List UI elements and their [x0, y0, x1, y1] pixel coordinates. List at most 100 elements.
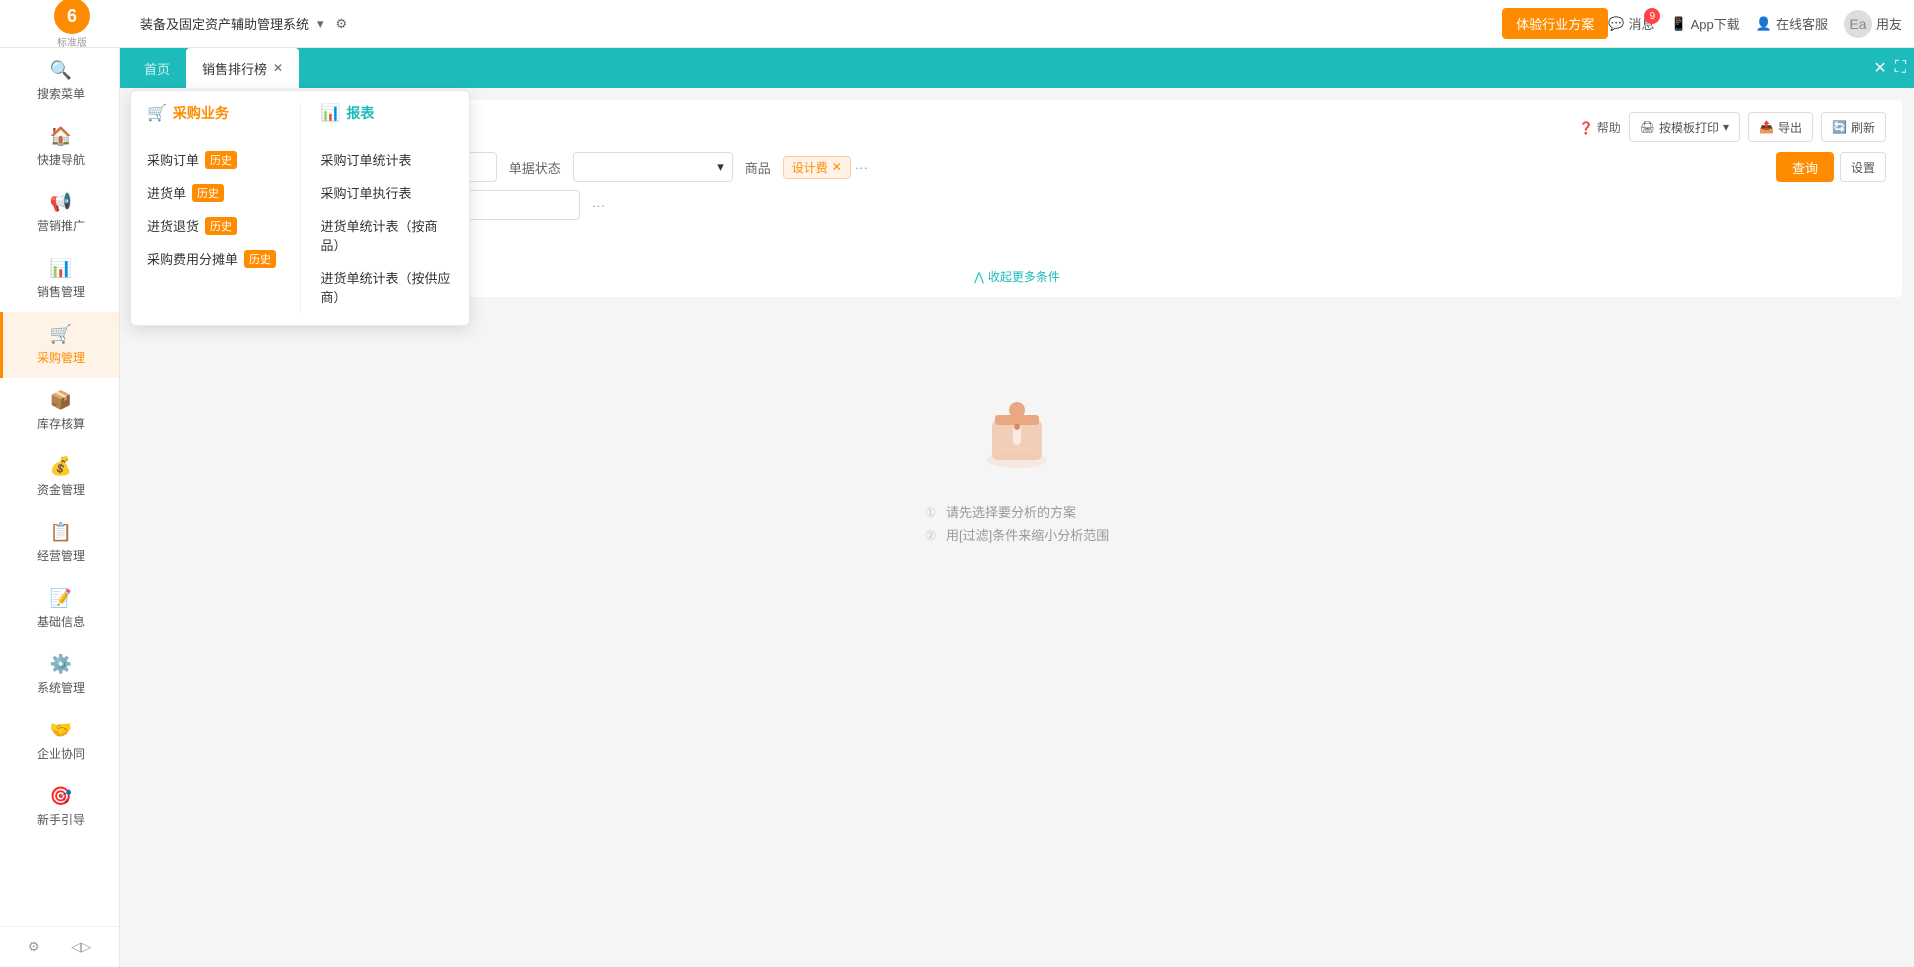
service-icon: 👤: [1756, 16, 1772, 32]
sidebar-label-sales: 销售管理: [37, 283, 85, 300]
industry-button[interactable]: 体验行业方案: [1502, 8, 1608, 39]
phone-icon: 📱: [1670, 16, 1686, 32]
expense-label: 采购费用分摊单: [147, 249, 238, 268]
print-dropdown-icon: ▾: [1723, 120, 1729, 134]
settings-bottom-icon[interactable]: ⚙: [28, 939, 40, 955]
dropdown-cols: 🛒 采购业务 采购订单 历史 进货单 历史 进货退货 历史 采购费用分摊单 历史: [131, 103, 469, 313]
dropdown-item-expense[interactable]: 采购费用分摊单 历史: [147, 242, 280, 275]
dropdown-item-incoming[interactable]: 进货单 历史: [147, 176, 280, 209]
query-btn[interactable]: 查询: [1776, 152, 1834, 182]
app-download-action[interactable]: 📱 App下载: [1670, 14, 1739, 33]
voucher-status-label: 单据状态: [509, 158, 561, 177]
sidebar-item-finance[interactable]: 💰 资金管理: [0, 444, 119, 510]
tab-close-icon[interactable]: ✕: [273, 61, 283, 75]
sidebar-item-search[interactable]: 🔍 搜索菜单: [0, 48, 119, 114]
online-service-action[interactable]: 👤 在线客服: [1756, 14, 1828, 33]
sidebar-item-guide[interactable]: 🎯 新手引导: [0, 774, 119, 840]
inventory-icon: 📦: [50, 390, 72, 411]
print-btn[interactable]: 🖨 按模板打印 ▾: [1629, 112, 1740, 142]
tab-bar: 首页 销售排行榜 ✕ ✕ ⛶: [120, 48, 1914, 88]
refresh-icon: 🔄: [1832, 120, 1847, 134]
dropdown-item-order-exec[interactable]: 采购订单执行表: [321, 176, 454, 209]
supplier-stats-label: 进货单统计表（按供应商）: [321, 268, 454, 306]
sidebar: 🔍 搜索菜单 🏠 快捷导航 📢 营销推广 📊 销售管理 🛒 采购管理 📦 库存核…: [0, 48, 120, 967]
system-title: 装备及固定资产辅助管理系统 ▾ ⚙: [132, 14, 1502, 33]
sidebar-item-enterprise[interactable]: 🤝 企业协同: [0, 708, 119, 774]
return-label: 进货退货: [147, 216, 199, 235]
purchase-dropdown-menu: 🛒 采购业务 采购订单 历史 进货单 历史 进货退货 历史 采购费用分摊单 历史: [130, 90, 470, 326]
sidebar-item-inventory[interactable]: 📦 库存核算: [0, 378, 119, 444]
sales-icon: 📊: [50, 258, 72, 279]
sidebar-label-inventory: 库存核算: [37, 415, 85, 432]
tab-sales-rank-label: 销售排行榜: [202, 59, 267, 78]
purchase-section-icon: 🛒: [147, 103, 167, 123]
guide-icon: 🎯: [50, 786, 72, 807]
voucher-status-select[interactable]: ▾: [573, 152, 733, 182]
system-icon: ⚙️: [50, 654, 72, 675]
sidebar-item-marketing[interactable]: 📢 营销推广: [0, 180, 119, 246]
search-icon: 🔍: [50, 60, 72, 81]
incoming-label: 进货单: [147, 183, 186, 202]
home-icon: 🏠: [50, 126, 72, 147]
salesperson-dots[interactable]: ···: [592, 198, 605, 213]
tab-home[interactable]: 首页: [128, 48, 186, 88]
sidebar-item-purchase[interactable]: 🛒 采购管理: [0, 312, 119, 378]
dropdown-divider: [300, 103, 301, 313]
incoming-hist: 历史: [192, 184, 224, 202]
header-right: 💬 消息 9 📱 App下载 👤 在线客服 Ea 用友: [1608, 10, 1902, 38]
tab-sales-rank[interactable]: 销售排行榜 ✕: [186, 48, 299, 88]
goods-filter-dots[interactable]: ···: [855, 160, 868, 175]
empty-icon: [967, 385, 1067, 485]
report-col: 📊 报表 采购订单统计表 采购订单执行表 进货单统计表（按商品） 进货单统计表（…: [305, 103, 470, 313]
tab-window-maximize[interactable]: ⛶: [1895, 58, 1906, 78]
sidebar-label-nav: 快捷导航: [37, 151, 85, 168]
logo-text: 标准版: [57, 34, 87, 49]
purchase-order-hist: 历史: [205, 151, 237, 169]
goods-label: 商品: [745, 158, 771, 177]
export-btn[interactable]: 📤 导出: [1748, 112, 1813, 142]
operation-icon: 📋: [50, 522, 72, 543]
logo-area: 6 标准版: [12, 0, 132, 49]
online-service-label: 在线客服: [1776, 14, 1828, 33]
tab-window-close[interactable]: ✕: [1873, 58, 1886, 78]
order-stats-label: 采购订单统计表: [321, 150, 412, 169]
sidebar-label-finance: 资金管理: [37, 481, 85, 498]
settings-btn[interactable]: 设置: [1840, 152, 1886, 182]
dropdown-item-supplier-stats[interactable]: 进货单统计表（按供应商）: [321, 261, 454, 313]
purchase-order-label: 采购订单: [147, 150, 199, 169]
tab-actions: ✕ ⛶: [1873, 58, 1906, 78]
goods-tag-close[interactable]: ✕: [832, 160, 842, 174]
sidebar-item-nav[interactable]: 🏠 快捷导航: [0, 114, 119, 180]
user-label: 用友: [1876, 14, 1902, 33]
purchase-col-title: 🛒 采购业务: [147, 103, 280, 131]
collapse-sidebar-icon[interactable]: ◁▷: [71, 939, 91, 955]
empty-text: ① 请先选择要分析的方案 ② 用[过滤]条件来缩小分析范围: [925, 501, 1110, 548]
sidebar-label-search: 搜索菜单: [37, 85, 85, 102]
sidebar-item-system[interactable]: ⚙️ 系统管理: [0, 642, 119, 708]
help-btn[interactable]: ❓ 帮助: [1578, 119, 1620, 136]
sidebar-label-basic: 基础信息: [37, 613, 85, 630]
app-download-label: App下载: [1691, 14, 1740, 33]
dropdown-item-purchase-order[interactable]: 采购订单 历史: [147, 143, 280, 176]
sidebar-item-operation[interactable]: 📋 经营管理: [0, 510, 119, 576]
voucher-dropdown-icon: ▾: [717, 159, 724, 175]
sidebar-item-basic[interactable]: 📝 基础信息: [0, 576, 119, 642]
goods-tag: 设计费 ✕: [783, 156, 851, 179]
sidebar-label-operation: 经营管理: [37, 547, 85, 564]
sidebar-label-guide: 新手引导: [37, 811, 85, 828]
basic-icon: 📝: [50, 588, 72, 609]
sidebar-item-sales[interactable]: 📊 销售管理: [0, 246, 119, 312]
settings-icon[interactable]: ⚙: [336, 16, 348, 32]
dropdown-item-return[interactable]: 进货退货 历史: [147, 209, 280, 242]
message-icon: 💬: [1608, 16, 1624, 32]
empty-state: ① 请先选择要分析的方案 ② 用[过滤]条件来缩小分析范围: [132, 305, 1902, 628]
refresh-btn[interactable]: 🔄 刷新: [1821, 112, 1886, 142]
user-action[interactable]: Ea 用友: [1844, 10, 1902, 38]
dropdown-item-order-stats[interactable]: 采购订单统计表: [321, 143, 454, 176]
message-action[interactable]: 💬 消息 9: [1608, 14, 1654, 33]
system-dropdown-arrow[interactable]: ▾: [317, 16, 324, 32]
return-hist: 历史: [205, 217, 237, 235]
tab-home-label: 首页: [144, 59, 170, 78]
collapse-btn[interactable]: ⋀ 收起更多条件: [974, 268, 1060, 285]
dropdown-item-goods-stats[interactable]: 进货单统计表（按商品）: [321, 209, 454, 261]
